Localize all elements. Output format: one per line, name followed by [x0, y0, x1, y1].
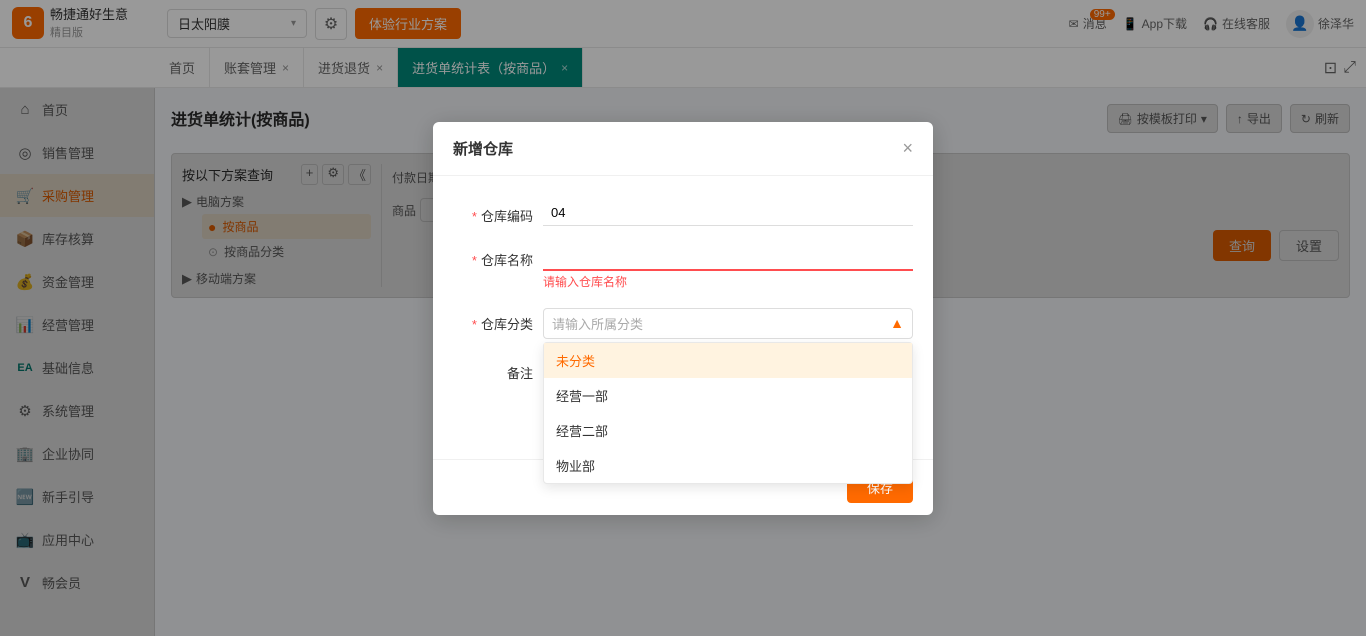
modal-new-warehouse: 新增仓库 × 仓库编码 仓库名称 请输入仓库名称 仓库分类	[433, 122, 933, 515]
dropdown-item-ops2[interactable]: 经营二部	[544, 413, 912, 448]
chevron-up-icon: ▲	[890, 315, 904, 331]
note-label: 备注	[453, 357, 533, 382]
dropdown-item-ops1[interactable]: 经营一部	[544, 378, 912, 413]
form-row-code: 仓库编码	[453, 200, 913, 226]
dropdown-item-uncategorized[interactable]: 未分类	[544, 343, 912, 378]
form-row-category: 仓库分类 请输入所属分类 ▲ 未分类 经营一部 经营二部 物业部	[453, 308, 913, 339]
category-label: 仓库分类	[453, 308, 533, 333]
dropdown-item-property[interactable]: 物业部	[544, 448, 912, 483]
name-error-message: 请输入仓库名称	[543, 273, 913, 290]
category-dropdown: 未分类 经营一部 经营二部 物业部	[543, 342, 913, 484]
modal-header: 新增仓库 ×	[433, 122, 933, 176]
code-label: 仓库编码	[453, 200, 533, 225]
name-input[interactable]	[543, 244, 913, 271]
name-label: 仓库名称	[453, 244, 533, 269]
code-input[interactable]	[543, 200, 913, 226]
modal-body: 仓库编码 仓库名称 请输入仓库名称 仓库分类 请输入所属分类 ▲	[433, 176, 933, 459]
modal-overlay: 新增仓库 × 仓库编码 仓库名称 请输入仓库名称 仓库分类	[0, 0, 1366, 636]
category-select-wrapper: 请输入所属分类 ▲ 未分类 经营一部 经营二部 物业部	[543, 308, 913, 339]
category-select[interactable]: 请输入所属分类 ▲	[543, 308, 913, 339]
category-placeholder: 请输入所属分类	[552, 314, 643, 333]
modal-close-button[interactable]: ×	[902, 138, 913, 159]
modal-title: 新增仓库	[453, 138, 513, 159]
form-row-name: 仓库名称 请输入仓库名称	[453, 244, 913, 290]
